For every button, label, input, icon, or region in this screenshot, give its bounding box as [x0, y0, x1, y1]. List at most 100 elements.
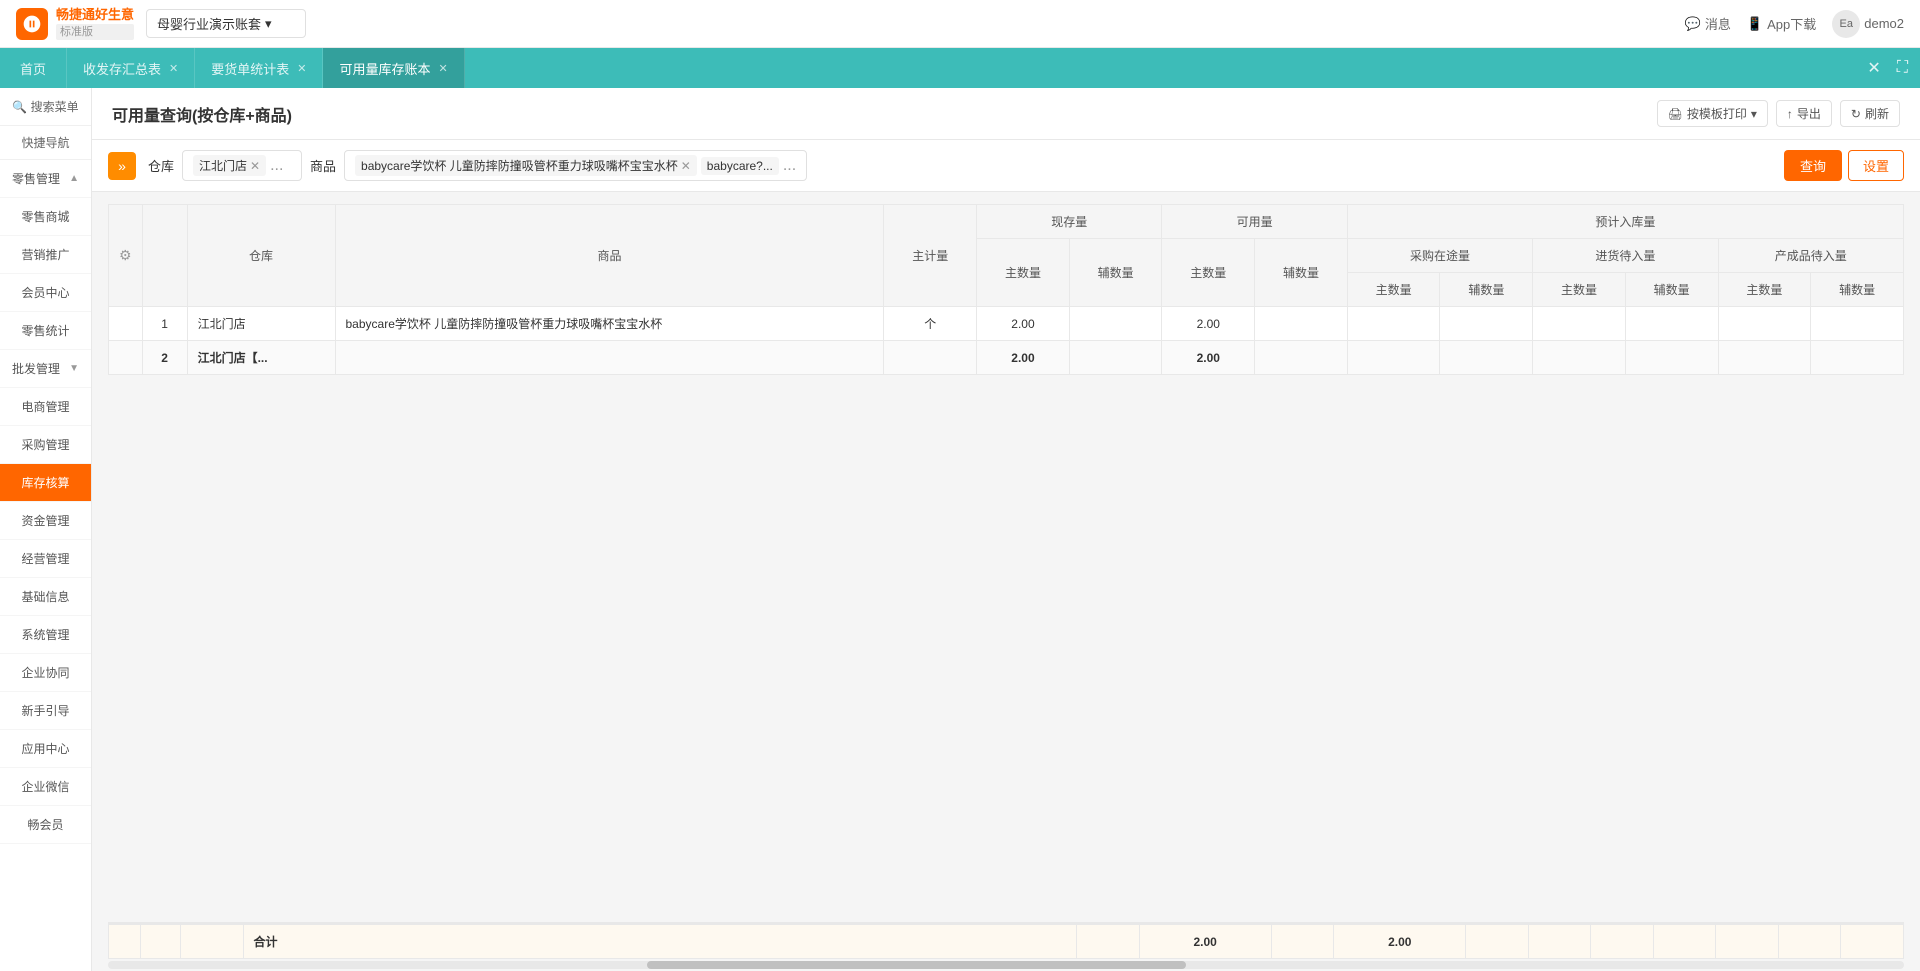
tab-close-purchase-stat[interactable]: ✕	[297, 62, 306, 75]
sidebar-quick-nav[interactable]: 快捷导航	[0, 126, 91, 160]
scrollbar-thumb[interactable]	[647, 961, 1186, 969]
print-template-button[interactable]: 🖨 按模板打印 ▾	[1657, 100, 1768, 127]
logo-icon	[16, 8, 48, 40]
filter-group: 仓库 江北门店 ✕ ... 商品 babycare学饮杯 儿童防摔防撞吸管杯重力…	[148, 150, 1772, 181]
sidebar-item-online-shop[interactable]: 零售商城	[0, 198, 91, 236]
avatar: Ea	[1832, 10, 1860, 38]
remove-product1-icon[interactable]: ✕	[681, 159, 691, 173]
print-icon: 🖨	[1668, 107, 1683, 121]
th-incoming-pending-aux: 辅数量	[1625, 273, 1718, 307]
top-bar: 畅捷通好生意 标准版 母婴行业演示账套 ▾ 💬 消息 📱 App下载 Ea de…	[0, 0, 1920, 48]
message-label: 消息	[1705, 14, 1731, 33]
th-production-pending: 产成品待入量	[1718, 239, 1904, 273]
th-current-stock-main: 主数量	[977, 239, 1070, 307]
th-forecast-incoming: 预计入库量	[1347, 205, 1903, 239]
sidebar-item-zero-retail[interactable]: 零售管理 ▲	[0, 160, 91, 198]
product-more[interactable]: ...	[783, 157, 796, 175]
warehouse-label: 仓库	[148, 156, 174, 175]
total-available-main: 2.00	[1334, 925, 1466, 959]
tab-receive-send[interactable]: 收发存汇总表 ✕	[67, 48, 195, 88]
sidebar-item-enterprise-wechat[interactable]: 企业微信	[0, 768, 91, 806]
th-available: 可用量	[1162, 205, 1347, 239]
th-warehouse: 仓库	[187, 205, 335, 307]
sidebar-search[interactable]: 🔍 搜索菜单	[0, 88, 91, 126]
total-row: 合计 2.00 2.00	[109, 925, 1904, 959]
message-button[interactable]: 💬 消息	[1685, 14, 1731, 33]
product-label: 商品	[310, 156, 336, 175]
page-title: 可用量查询(按仓库+商品)	[112, 102, 292, 126]
horizontal-scrollbar[interactable]	[92, 959, 1920, 971]
table-area: ⚙ 仓库 商品 主计量 现存量 可用量 预计入库量 主数量 辅数量 主数量	[92, 192, 1920, 922]
warehouse-more[interactable]: ...	[270, 157, 283, 175]
sidebar-item-inventory[interactable]: 库存核算	[0, 464, 91, 502]
sidebar-item-purchase[interactable]: 采购管理	[0, 426, 91, 464]
sidebar-item-app-center[interactable]: 应用中心	[0, 730, 91, 768]
total-row-table: 合计 2.00 2.00	[108, 924, 1904, 959]
refresh-button[interactable]: ↻ 刷新	[1840, 100, 1900, 127]
th-current-stock: 现存量	[977, 205, 1162, 239]
th-settings: ⚙	[109, 205, 143, 307]
page-actions: 🖨 按模板打印 ▾ ↑ 导出 ↻ 刷新	[1657, 100, 1900, 127]
sidebar-item-vip-member[interactable]: 畅会员	[0, 806, 91, 844]
warehouse-input[interactable]: 江北门店 ✕ ...	[182, 150, 302, 181]
top-bar-left: 畅捷通好生意 标准版 母婴行业演示账套 ▾	[16, 7, 306, 40]
th-incoming-pending-main: 主数量	[1533, 273, 1626, 307]
th-production-pending-aux: 辅数量	[1811, 273, 1904, 307]
total-current-stock-main: 2.00	[1139, 925, 1271, 959]
table-row: 2江北门店【...2.002.00	[109, 341, 1904, 375]
sidebar-item-basic-info[interactable]: 基础信息	[0, 578, 91, 616]
app-download-button[interactable]: 📱 App下载	[1747, 14, 1816, 33]
setting-button[interactable]: 设置	[1848, 150, 1904, 181]
tab-expand-button[interactable]: ⛶	[1893, 55, 1912, 81]
sidebar-item-finance[interactable]: 资金管理	[0, 502, 91, 540]
user-area[interactable]: Ea demo2	[1832, 10, 1904, 38]
export-button[interactable]: ↑ 导出	[1776, 100, 1832, 127]
logo-area: 畅捷通好生意 标准版	[16, 7, 134, 40]
th-available-main: 主数量	[1162, 239, 1255, 307]
th-purchase-transit-main: 主数量	[1347, 273, 1440, 307]
remove-warehouse-icon[interactable]: ✕	[250, 159, 260, 173]
industry-select[interactable]: 母婴行业演示账套 ▾	[146, 9, 306, 38]
chevron-icon: ▼	[69, 363, 79, 374]
tab-purchase-stat[interactable]: 要货单统计表 ✕	[195, 48, 323, 88]
th-main-unit: 主计量	[884, 205, 977, 307]
download-label: App下载	[1767, 14, 1816, 33]
sidebar-item-ops-mgmt[interactable]: 经营管理	[0, 540, 91, 578]
sidebar-item-enterprise[interactable]: 企业协同	[0, 654, 91, 692]
search-icon: 🔍	[12, 100, 27, 114]
tab-available-stock[interactable]: 可用量库存账本 ✕	[323, 48, 464, 88]
tab-close-available-stock[interactable]: ✕	[439, 62, 448, 75]
tab-home[interactable]: 首页	[0, 48, 67, 88]
message-icon: 💬	[1685, 16, 1701, 32]
username-label: demo2	[1864, 16, 1904, 31]
th-incoming-pending: 进货待入量	[1533, 239, 1718, 273]
table-row: 1江北门店babycare学饮杯 儿童防摔防撞吸管杯重力球吸嘴杯宝宝水杯个2.0…	[109, 307, 1904, 341]
page-header: 可用量查询(按仓库+商品) 🖨 按模板打印 ▾ ↑ 导出 ↻ 刷新	[92, 88, 1920, 140]
th-purchase-transit: 采购在途量	[1347, 239, 1532, 273]
top-bar-right: 💬 消息 📱 App下载 Ea demo2	[1685, 10, 1904, 38]
tab-bar-right: ✕ ⛶	[1863, 48, 1920, 88]
tab-close-all-button[interactable]: ✕	[1863, 54, 1884, 82]
sidebar-item-batch-mgmt[interactable]: 批发管理 ▼	[0, 350, 91, 388]
sidebar-item-new-guide[interactable]: 新手引导	[0, 692, 91, 730]
sidebar-item-sys-mgmt[interactable]: 系统管理	[0, 616, 91, 654]
th-purchase-transit-aux: 辅数量	[1440, 273, 1533, 307]
export-icon: ↑	[1787, 107, 1793, 121]
sidebar-item-marketing[interactable]: 营销推广	[0, 236, 91, 274]
sidebar-item-member-center[interactable]: 会员中心	[0, 274, 91, 312]
sidebar-item-ecommerce[interactable]: 电商管理	[0, 388, 91, 426]
warehouse-tag: 江北门店 ✕	[193, 155, 266, 176]
product-tag-2: babycare?...	[701, 157, 779, 175]
tab-close-receive-send[interactable]: ✕	[169, 62, 178, 75]
product-tag-1: babycare学饮杯 儿童防摔防撞吸管杯重力球吸嘴杯宝宝水杯 ✕	[355, 155, 697, 176]
query-button[interactable]: 查询	[1784, 150, 1842, 181]
product-input[interactable]: babycare学饮杯 儿童防摔防撞吸管杯重力球吸嘴杯宝宝水杯 ✕ babyca…	[344, 150, 807, 181]
scrollbar-track	[108, 961, 1904, 969]
column-settings-icon[interactable]: ⚙	[119, 247, 132, 263]
refresh-icon: ↻	[1851, 107, 1861, 121]
industry-label: 母婴行业演示账套	[157, 14, 261, 33]
main-layout: 🔍 搜索菜单 快捷导航 零售管理 ▲ 零售商城 营销推广 会员中心 零售统计 批…	[0, 88, 1920, 971]
filter-area: » 仓库 江北门店 ✕ ... 商品 babycare学饮杯 儿童防摔防撞吸管杯…	[92, 140, 1920, 192]
filter-toggle-button[interactable]: »	[108, 152, 136, 180]
sidebar-item-retail-stats[interactable]: 零售统计	[0, 312, 91, 350]
